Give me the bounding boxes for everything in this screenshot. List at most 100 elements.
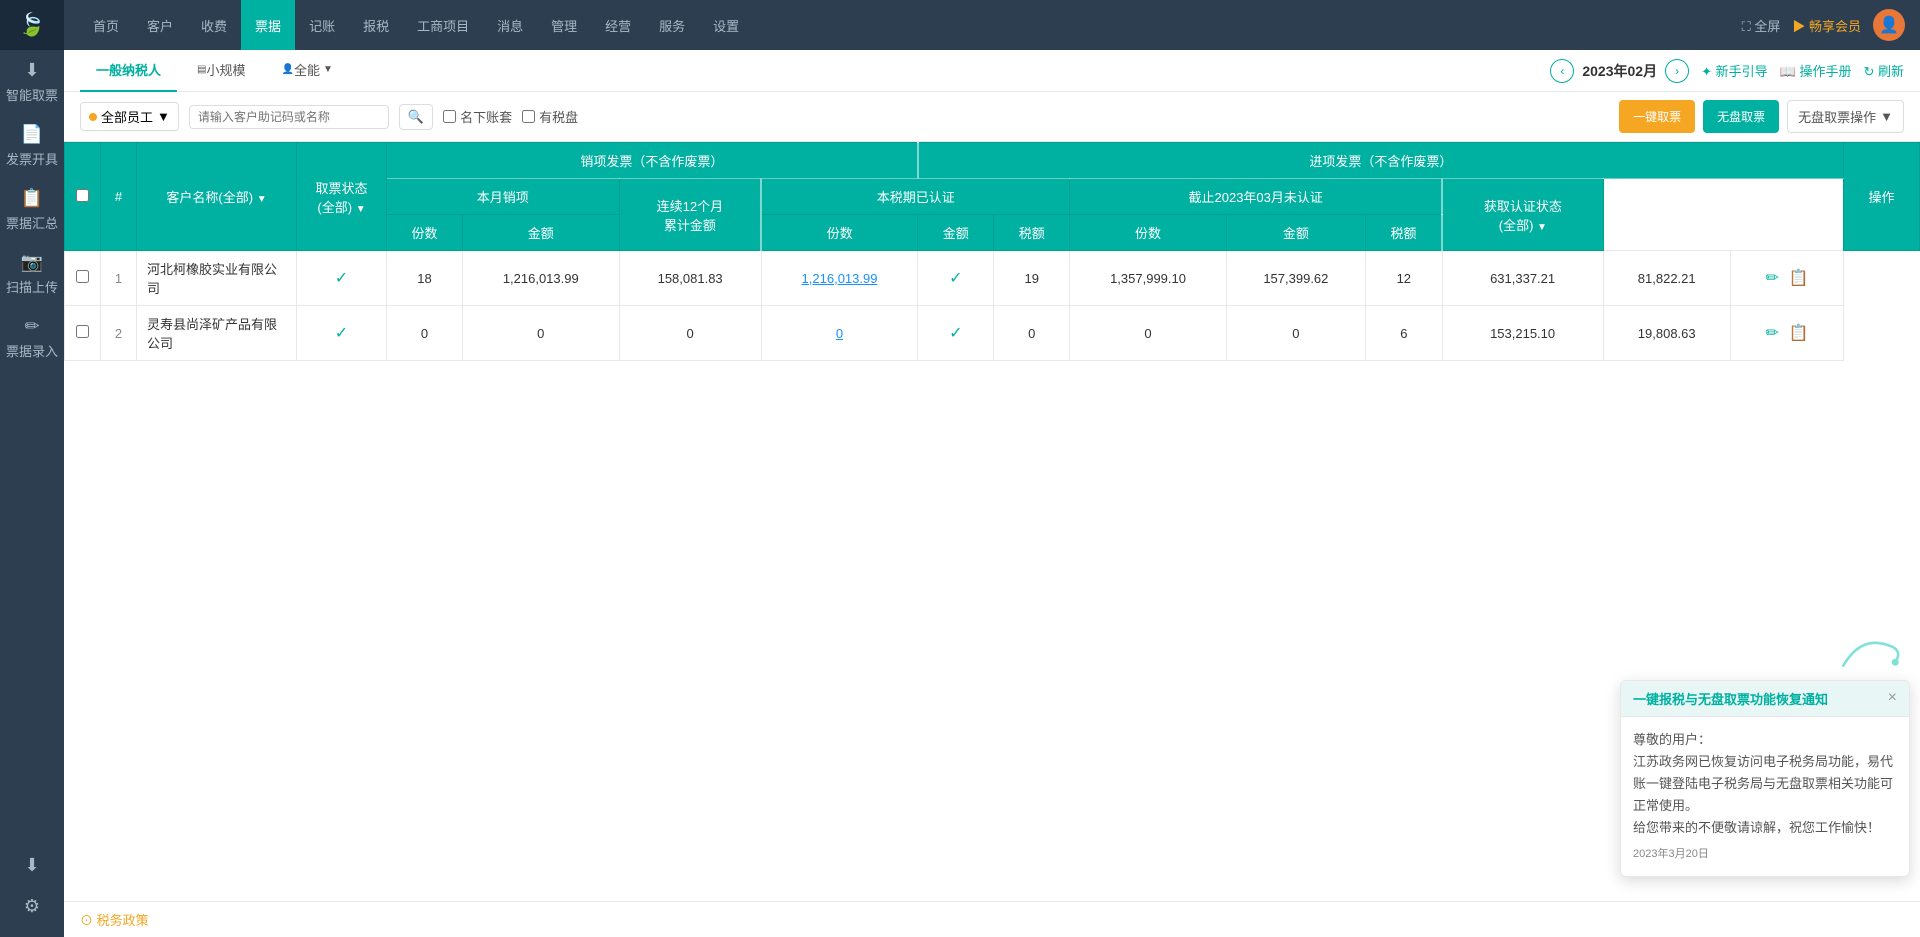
row1-uncert-amount: 631,337.21 [1442, 251, 1603, 306]
row2-cumulative[interactable]: 0 [761, 306, 918, 361]
notif-title: 一键报税与无盘取票功能恢复通知 [1633, 689, 1828, 708]
search-button[interactable]: 🔍 [399, 104, 433, 130]
no-disk-fetch-btn[interactable]: 无盘取票 [1703, 100, 1779, 133]
tab-general-taxpayer[interactable]: 一般纳税人 [80, 50, 177, 92]
account-under-name-label[interactable]: 名下账套 [443, 107, 512, 126]
table-body: 1 河北柯橡胶实业有限公司 ✓ 18 1,216,013.99 158,081.… [65, 251, 1920, 361]
cert-status-filter-icon[interactable]: ▼ [1537, 222, 1547, 233]
account-under-name-checkbox[interactable] [443, 110, 456, 123]
notif-body-text: 尊敬的用户： 江苏政务网已恢复访问电子税务局功能，易代账一键登陆电子税务局与无盘… [1633, 729, 1897, 839]
user-avatar[interactable]: 👤 [1873, 9, 1905, 41]
fullscreen-btn[interactable]: ⛶ 全屏 [1742, 16, 1781, 35]
tab-all[interactable]: 👤 全能 ▼ [265, 50, 348, 92]
top-nav: 首页 客户 收费 票据 记账 报税 工商项目 消息 管理 经营 服务 设置 ⛶ … [64, 0, 1920, 50]
nav-settings[interactable]: 设置 [699, 0, 753, 50]
company-name-label: 客户名称(全部) [166, 190, 253, 205]
next-month-btn[interactable]: › [1665, 59, 1689, 83]
row1-sales-amount: 1,216,013.99 [462, 251, 619, 306]
member-btn[interactable]: ▶ 畅享会员 [1792, 16, 1861, 35]
member-icon: ▶ [1792, 19, 1805, 34]
sidebar-item-invoice-summary[interactable]: 📋 票据汇总 [0, 178, 64, 242]
sidebar-item-invoice-open[interactable]: 📄 发票开具 [0, 114, 64, 178]
monthly-sales-header: 本月销项 [387, 179, 620, 215]
has-tax-disk-checkbox[interactable] [522, 110, 535, 123]
row1-checkbox[interactable] [65, 251, 101, 306]
tax-policy-label[interactable]: ⊙ 税务政策 [80, 913, 149, 928]
sidebar-item-label: 票据汇总 [6, 213, 58, 232]
row1-edit-btn[interactable]: ✏ [1762, 270, 1781, 287]
sidebar-item-settings[interactable]: ⚙ [0, 886, 64, 927]
row2-uncert-tax: 19,808.63 [1603, 306, 1730, 361]
row1-certified-amount: 1,357,999.10 [1070, 251, 1227, 306]
no-disk-ops-btn[interactable]: 无盘取票操作 ▼ [1787, 100, 1904, 133]
guide-icon: ✦ [1701, 64, 1712, 79]
row2-cert-status: ✓ [918, 306, 994, 361]
sidebar-item-data-entry[interactable]: ✏ 票据录入 [0, 306, 64, 370]
sidebar-item-download[interactable]: ⬇ [0, 845, 64, 886]
row2-certified-count: 0 [994, 306, 1070, 361]
nav-services[interactable]: 服务 [645, 0, 699, 50]
nav-client[interactable]: 客户 [133, 0, 187, 50]
row1-cert-status: ✓ [918, 251, 994, 306]
nav-management[interactable]: 管理 [537, 0, 591, 50]
nav-tax[interactable]: 报税 [349, 0, 403, 50]
logo: 🍃 [0, 0, 64, 50]
sales-invoice-header: 销项发票（不含作废票） [387, 143, 918, 179]
row2-company: 灵寿县尚泽矿产品有限公司 [137, 306, 297, 361]
sidebar-bottom: ⬇ ⚙ [0, 845, 64, 937]
one-click-fetch-btn[interactable]: 一键取票 [1619, 100, 1695, 133]
row1-cumulative[interactable]: 1,216,013.99 [761, 251, 918, 306]
row2-edit-btn[interactable]: ✏ [1762, 325, 1781, 342]
footer-bar[interactable]: ⊙ 税务政策 [64, 901, 1920, 937]
nav-billing[interactable]: 收费 [187, 0, 241, 50]
row2-uncert-amount: 153,215.10 [1442, 306, 1603, 361]
notification-popup: 一键报税与无盘取票功能恢复通知 × 尊敬的用户： 江苏政务网已恢复访问电子税务局… [1620, 680, 1910, 877]
row2-certified-tax: 0 [1226, 306, 1365, 361]
tab-bar: 一般纳税人 ▤ 小规模 👤 全能 ▼ ‹ 2023年02月 › ✦ 新手引导 [64, 50, 1920, 92]
has-tax-disk-label[interactable]: 有税盘 [522, 107, 578, 126]
sidebar-item-label: 发票开具 [6, 149, 58, 168]
table-row: 2 灵寿县尚泽矿产品有限公司 ✓ 0 0 0 0 ✓ 0 0 0 6 153,2… [65, 306, 1920, 361]
row2-checkbox[interactable] [65, 306, 101, 361]
employee-select[interactable]: 全部员工 ▼ [80, 102, 179, 131]
purchase-invoice-header: 进项发票（不含作废票） [918, 143, 1844, 179]
row1-uncert-count: 12 [1365, 251, 1442, 306]
company-filter-icon[interactable]: ▼ [257, 194, 267, 205]
sidebar-item-scan-upload[interactable]: 📷 扫描上传 [0, 242, 64, 306]
logo-icon: 🍃 [18, 12, 45, 38]
fetch-status-header: 取票状态 (全部) ▼ [297, 143, 387, 251]
prev-month-btn[interactable]: ‹ [1550, 59, 1574, 83]
certified-header: 本税期已认证 [761, 179, 1070, 215]
row1-view-btn[interactable]: 📋 [1785, 270, 1811, 287]
row1-certified-tax: 157,399.62 [1226, 251, 1365, 306]
row2-sales-amount: 0 [462, 306, 619, 361]
nav-home[interactable]: 首页 [79, 0, 133, 50]
nav-bookkeeping[interactable]: 记账 [295, 0, 349, 50]
uncert-count-header: 份数 [1070, 215, 1227, 251]
tab-small-scale[interactable]: ▤ 小规模 [181, 50, 261, 92]
nav-invoice[interactable]: 票据 [241, 0, 295, 50]
refresh-btn[interactable]: ↻ 刷新 [1863, 61, 1904, 80]
new-guide-btn[interactable]: ✦ 新手引导 [1701, 61, 1768, 80]
nav-operations[interactable]: 经营 [591, 0, 645, 50]
all-icon: 👤 [281, 64, 293, 75]
manual-btn[interactable]: 📖 操作手册 [1780, 61, 1852, 80]
fetch-status-filter-icon[interactable]: ▼ [356, 204, 366, 215]
employee-label: 全部员工 [101, 107, 153, 126]
sidebar-item-smart-fetch[interactable]: ⬇ 智能取票 [0, 50, 64, 114]
search-input[interactable] [189, 105, 389, 129]
sales-count-header: 份数 [387, 215, 463, 251]
current-period: 2023年02月 [1582, 61, 1657, 81]
notif-close-btn[interactable]: × [1888, 689, 1897, 707]
nav-industry[interactable]: 工商项目 [403, 0, 483, 50]
select-all-checkbox[interactable] [76, 189, 89, 202]
row2-view-btn[interactable]: 📋 [1785, 325, 1811, 342]
employee-dot [89, 113, 97, 121]
nav-messages[interactable]: 消息 [483, 0, 537, 50]
row2-actions: ✏ 📋 [1730, 306, 1843, 361]
row1-fetch-status: ✓ [297, 251, 387, 306]
tab-all-dropdown-icon: ▼ [323, 64, 333, 75]
ops-header: 操作 [1843, 143, 1919, 251]
fetch-status-icon: ✓ [335, 325, 348, 342]
checkbox-header[interactable] [65, 143, 101, 251]
